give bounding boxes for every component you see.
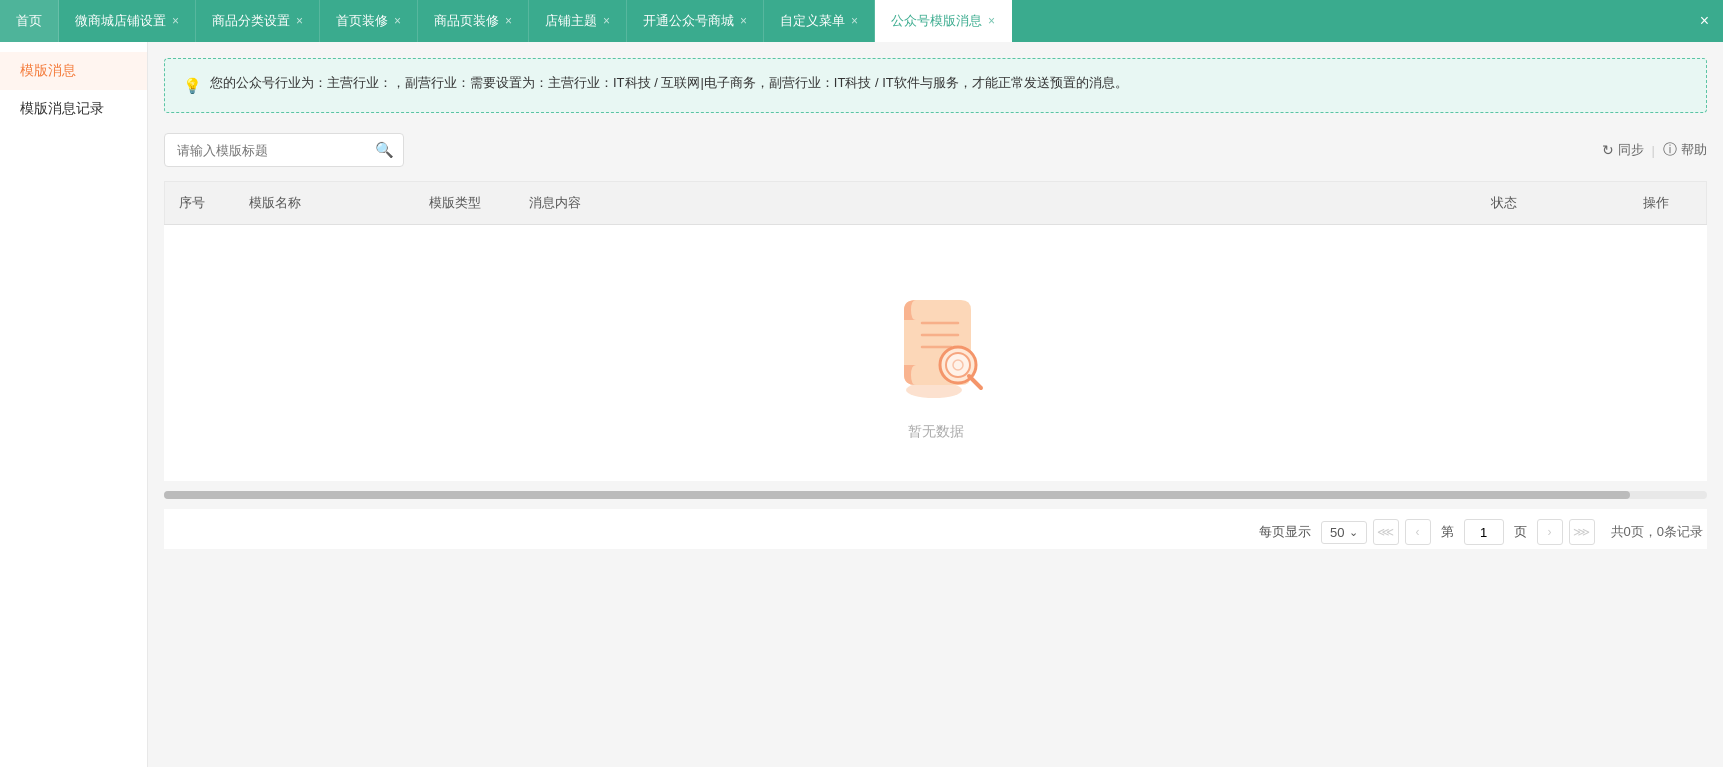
tab-close-btn[interactable]: ×: [296, 14, 303, 28]
toolbar-right: ↻ 同步 | ⓘ 帮助: [1602, 141, 1707, 159]
page-suffix: 页: [1514, 523, 1527, 541]
tab-open-mall[interactable]: 开通公众号商城 ×: [627, 0, 764, 42]
tab-label: 微商城店铺设置: [75, 12, 166, 30]
tab-close-btn[interactable]: ×: [394, 14, 401, 28]
divider: |: [1652, 143, 1655, 158]
tab-template-msg[interactable]: 公众号模版消息 ×: [875, 0, 1012, 42]
svg-line-6: [969, 376, 981, 388]
tab-label: 开通公众号商城: [643, 12, 734, 30]
table-header-row: 序号 模版名称 模版类型 消息内容 状态 操作: [165, 182, 1707, 225]
col-header-name: 模版名称: [235, 182, 415, 225]
sync-label: 同步: [1618, 141, 1644, 159]
tab-home-decor[interactable]: 首页装修 ×: [320, 0, 418, 42]
tab-label: 首页装修: [336, 12, 388, 30]
tab-home[interactable]: 首页: [0, 0, 59, 42]
alert-icon: 💡: [183, 74, 202, 98]
horizontal-scrollbar[interactable]: [164, 491, 1707, 499]
tab-product-decor[interactable]: 商品页装修 ×: [418, 0, 529, 42]
empty-illustration: [876, 285, 996, 405]
tab-label: 自定义菜单: [780, 12, 845, 30]
tab-category-settings[interactable]: 商品分类设置 ×: [196, 0, 320, 42]
tab-custom-menu[interactable]: 自定义菜单 ×: [764, 0, 875, 42]
scrollbar-thumb[interactable]: [164, 491, 1630, 499]
template-table: 序号 模版名称 模版类型 消息内容 状态 操作: [164, 181, 1707, 225]
industry-alert: 💡 您的公众号行业为：主营行业：，副营行业：需要设置为：主营行业：IT科技 / …: [164, 58, 1707, 113]
tab-shop-settings[interactable]: 微商城店铺设置 ×: [59, 0, 196, 42]
content-area: 💡 您的公众号行业为：主营行业：，副营行业：需要设置为：主营行业：IT科技 / …: [148, 42, 1723, 767]
help-label: 帮助: [1681, 141, 1707, 159]
close-all-button[interactable]: ×: [1686, 12, 1723, 30]
col-header-action: 操作: [1607, 182, 1707, 225]
sidebar: 模版消息模版消息记录: [0, 42, 148, 767]
search-icon[interactable]: 🔍: [375, 141, 394, 159]
tab-close-btn[interactable]: ×: [603, 14, 610, 28]
tab-label: 商品分类设置: [212, 12, 290, 30]
prev-page-button[interactable]: ‹: [1405, 519, 1431, 545]
help-button[interactable]: ⓘ 帮助: [1663, 141, 1707, 159]
page-size-chevron: ⌄: [1349, 526, 1358, 539]
page-current-label: 第: [1441, 523, 1454, 541]
alert-text: 您的公众号行业为：主营行业：，副营行业：需要设置为：主营行业：IT科技 / 互联…: [210, 73, 1128, 94]
next-page-button[interactable]: ›: [1537, 519, 1563, 545]
pagination: 每页显示 50 ⌄ ⋘ ‹ 第 页 › ⋙ 共0页，0条记录: [164, 509, 1707, 549]
sidebar-item-template-message-log[interactable]: 模版消息记录: [0, 90, 147, 128]
tab-close-btn[interactable]: ×: [851, 14, 858, 28]
tab-shop-theme[interactable]: 店铺主题 ×: [529, 0, 627, 42]
page-size-select[interactable]: 50 ⌄: [1321, 521, 1366, 544]
tab-close-btn[interactable]: ×: [988, 14, 995, 28]
last-page-button[interactable]: ⋙: [1569, 519, 1595, 545]
page-input[interactable]: [1464, 519, 1504, 545]
search-bar: 🔍 ↻ 同步 | ⓘ 帮助: [164, 133, 1707, 167]
col-header-content: 消息内容: [515, 182, 1477, 225]
page-total: 共0页，0条记录: [1611, 523, 1703, 541]
col-header-status: 状态: [1477, 182, 1607, 225]
help-icon: ⓘ: [1663, 141, 1677, 159]
sync-button[interactable]: ↻ 同步: [1602, 141, 1644, 159]
first-page-button[interactable]: ⋘: [1373, 519, 1399, 545]
svg-point-5: [946, 353, 970, 377]
tab-label: 公众号模版消息: [891, 12, 982, 30]
sidebar-item-template-message[interactable]: 模版消息: [0, 52, 147, 90]
tab-close-btn[interactable]: ×: [172, 14, 179, 28]
col-header-seq: 序号: [165, 182, 235, 225]
empty-state: 暂无数据: [164, 225, 1707, 481]
tab-label: 店铺主题: [545, 12, 597, 30]
top-navigation: 首页微商城店铺设置×商品分类设置×首页装修×商品页装修×店铺主题×开通公众号商城…: [0, 0, 1723, 42]
col-header-type: 模版类型: [415, 182, 515, 225]
tab-close-btn[interactable]: ×: [740, 14, 747, 28]
tab-close-btn[interactable]: ×: [505, 14, 512, 28]
sync-icon: ↻: [1602, 142, 1614, 158]
search-input[interactable]: [164, 133, 404, 167]
tab-label: 首页: [16, 12, 42, 30]
empty-text: 暂无数据: [908, 423, 964, 441]
page-size-label: 每页显示: [1259, 523, 1311, 541]
page-size-value: 50: [1330, 525, 1344, 540]
search-input-wrap: 🔍: [164, 133, 404, 167]
tab-label: 商品页装修: [434, 12, 499, 30]
main-layout: 模版消息模版消息记录 💡 您的公众号行业为：主营行业：，副营行业：需要设置为：主…: [0, 42, 1723, 767]
